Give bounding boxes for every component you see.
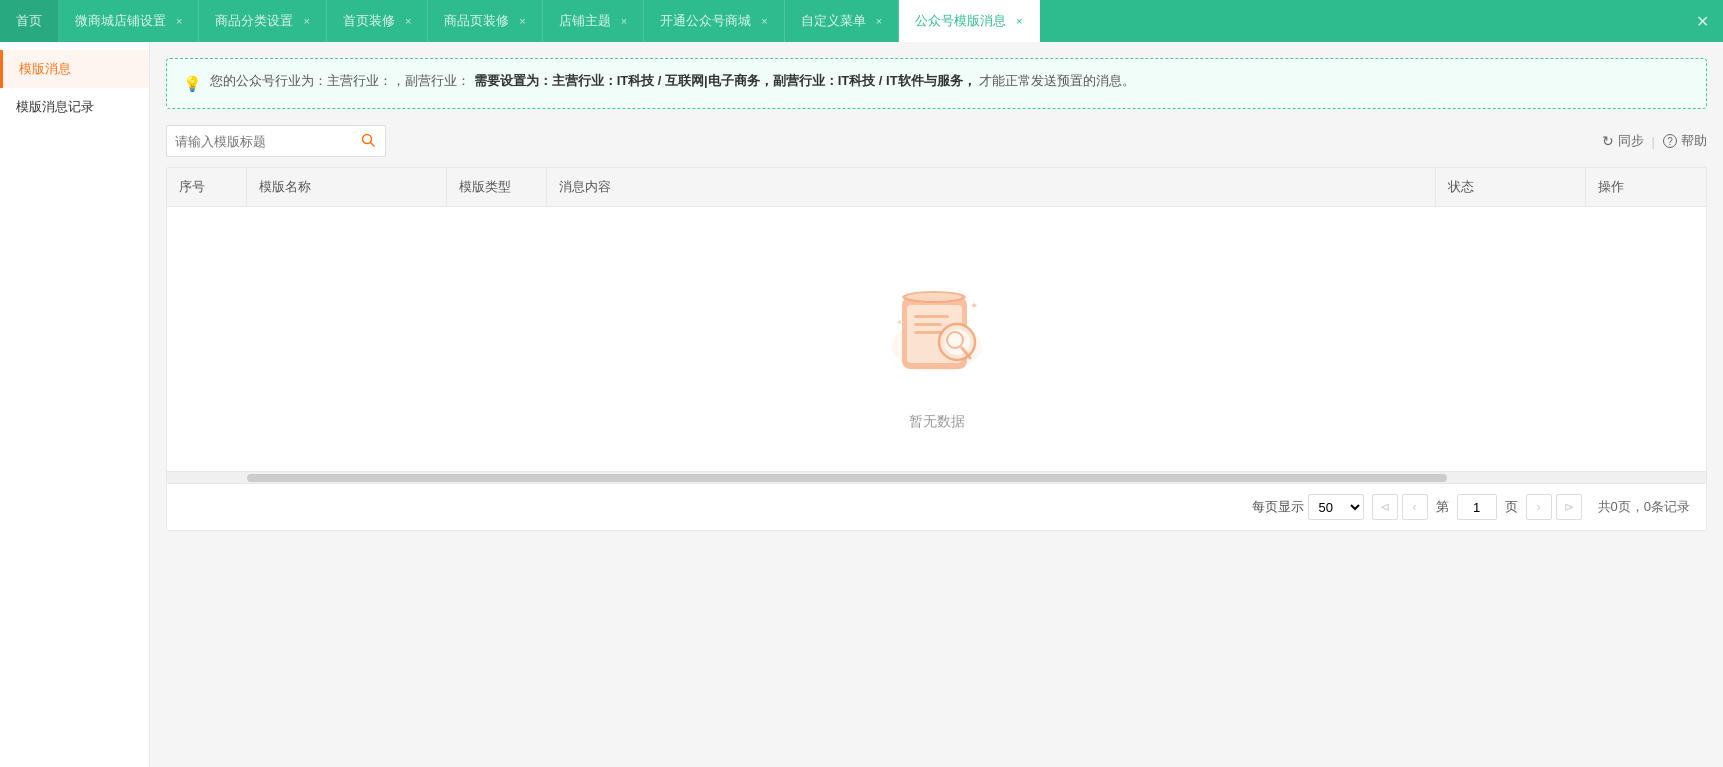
tab-home-decor[interactable]: 首页装修 × [327,0,428,42]
pagination: 每页显示 50 20 100 ⊲ ‹ 第 页 › ⊳ 共0页，0条记录 [167,483,1706,530]
help-circle-icon: ? [1663,134,1677,148]
page-number-input[interactable] [1457,494,1497,520]
th-type: 模版类型 [447,168,547,206]
svg-text:✦: ✦ [970,300,978,311]
page-first-button[interactable]: ⊲ [1372,494,1398,520]
tab-theme-close[interactable]: × [621,16,627,27]
page-word: 第 [1436,498,1449,516]
tab-product-decor-label: 商品页装修 [444,12,509,30]
svg-rect-6 [914,323,942,326]
notice-content: 您的公众号行业为：主营行业：，副营行业： 需要设置为：主营行业：IT科技 / 互… [210,71,1135,92]
tab-theme[interactable]: 店铺主题 × [543,0,644,42]
tab-category[interactable]: 商品分类设置 × [199,0,326,42]
svg-line-1 [371,142,375,146]
svg-rect-5 [914,315,949,318]
empty-text: 暂无数据 [909,413,965,431]
tab-category-close[interactable]: × [303,16,309,27]
th-name: 模版名称 [247,168,447,206]
tab-product-decor-close[interactable]: × [519,16,525,27]
tab-category-label: 商品分类设置 [215,12,293,30]
toolbar-right: ↻ 同步 | ? 帮助 [1602,132,1707,150]
help-label: 帮助 [1681,132,1707,150]
tab-template-msg-label: 公众号模版消息 [915,12,1006,30]
sync-button[interactable]: ↻ 同步 [1602,132,1644,150]
tab-product-decor[interactable]: 商品页装修 × [428,0,542,42]
page-last-button[interactable]: ⊳ [1556,494,1582,520]
divider: | [1652,134,1655,149]
sync-label: 同步 [1618,132,1644,150]
tab-home-decor-label: 首页装修 [343,12,395,30]
page-prev-button[interactable]: ‹ [1402,494,1428,520]
notice-box: 💡 您的公众号行业为：主营行业：，副营行业： 需要设置为：主营行业：IT科技 /… [166,58,1707,109]
sidebar-item-template-log-label: 模版消息记录 [16,99,94,114]
page-navigation: ⊲ ‹ 第 页 › ⊳ [1372,494,1582,520]
tab-open-shop[interactable]: 开通公众号商城 × [644,0,784,42]
search-icon [361,133,375,147]
svg-point-9 [906,293,962,301]
bulb-icon: 💡 [183,72,202,96]
tab-shop-settings-label: 微商城店铺设置 [75,12,166,30]
th-status: 状态 [1436,168,1586,206]
sync-icon: ↻ [1602,133,1614,149]
tab-template-msg-close[interactable]: × [1016,16,1022,27]
page-size-selector: 每页显示 50 20 100 [1252,494,1364,520]
tab-bar: 首页 微商城店铺设置 × 商品分类设置 × 首页装修 × 商品页装修 × 店铺主… [0,0,1723,42]
page-next-button[interactable]: › [1526,494,1552,520]
tab-home-label: 首页 [16,12,42,30]
page-size-select-input[interactable]: 50 20 100 [1308,494,1364,520]
help-button[interactable]: ? 帮助 [1663,132,1707,150]
sidebar-item-template-msg[interactable]: 模版消息 [0,50,149,88]
toolbar: ↻ 同步 | ? 帮助 [166,125,1707,157]
tab-custom-menu-label: 自定义菜单 [801,12,866,30]
page-unit: 页 [1505,498,1518,516]
tab-home[interactable]: 首页 [0,0,59,42]
empty-icon: ✦ ✦ [872,267,1002,397]
th-action: 操作 [1586,168,1706,206]
search-input[interactable] [175,134,359,149]
tab-shop-settings[interactable]: 微商城店铺设置 × [59,0,199,42]
page-size-label: 每页显示 [1252,498,1304,516]
notice-suffix: 才能正常发送预置的消息。 [979,73,1135,88]
scrollbar-thumb[interactable] [247,474,1447,482]
window-close-button[interactable]: ✕ [1681,0,1723,42]
notice-highlight: 需要设置为：主营行业：IT科技 / 互联网|电子商务，副营行业：IT科技 / I… [474,73,976,88]
sidebar-item-template-msg-label: 模版消息 [19,61,71,76]
tab-custom-menu-close[interactable]: × [876,16,882,27]
content-area: 💡 您的公众号行业为：主营行业：，副营行业： 需要设置为：主营行业：IT科技 /… [150,42,1723,767]
tab-custom-menu[interactable]: 自定义菜单 × [785,0,899,42]
tab-shop-settings-close[interactable]: × [176,16,182,27]
sidebar-item-template-log[interactable]: 模版消息记录 [0,88,149,126]
tab-home-decor-close[interactable]: × [405,16,411,27]
tab-open-shop-label: 开通公众号商城 [660,12,751,30]
horizontal-scrollbar[interactable] [167,471,1706,483]
tab-open-shop-close[interactable]: × [761,16,767,27]
table-header: 序号 模版名称 模版类型 消息内容 状态 操作 [167,168,1706,207]
search-button[interactable] [359,133,377,150]
th-content: 消息内容 [547,168,1436,206]
main-layout: 模版消息 模版消息记录 💡 您的公众号行业为：主营行业：，副营行业： 需要设置为… [0,42,1723,767]
th-seq: 序号 [167,168,247,206]
svg-text:✦: ✦ [896,318,903,327]
search-box [166,125,386,157]
notice-prefix: 您的公众号行业为：主营行业：，副营行业： [210,73,470,88]
tab-theme-label: 店铺主题 [559,12,611,30]
page-total-text: 共0页，0条记录 [1598,498,1690,516]
tab-template-msg[interactable]: 公众号模版消息 × [899,0,1039,42]
sidebar: 模版消息 模版消息记录 [0,42,150,767]
table-wrapper: 序号 模版名称 模版类型 消息内容 状态 操作 [166,167,1707,531]
empty-state: ✦ ✦ 暂无数据 [167,207,1706,471]
